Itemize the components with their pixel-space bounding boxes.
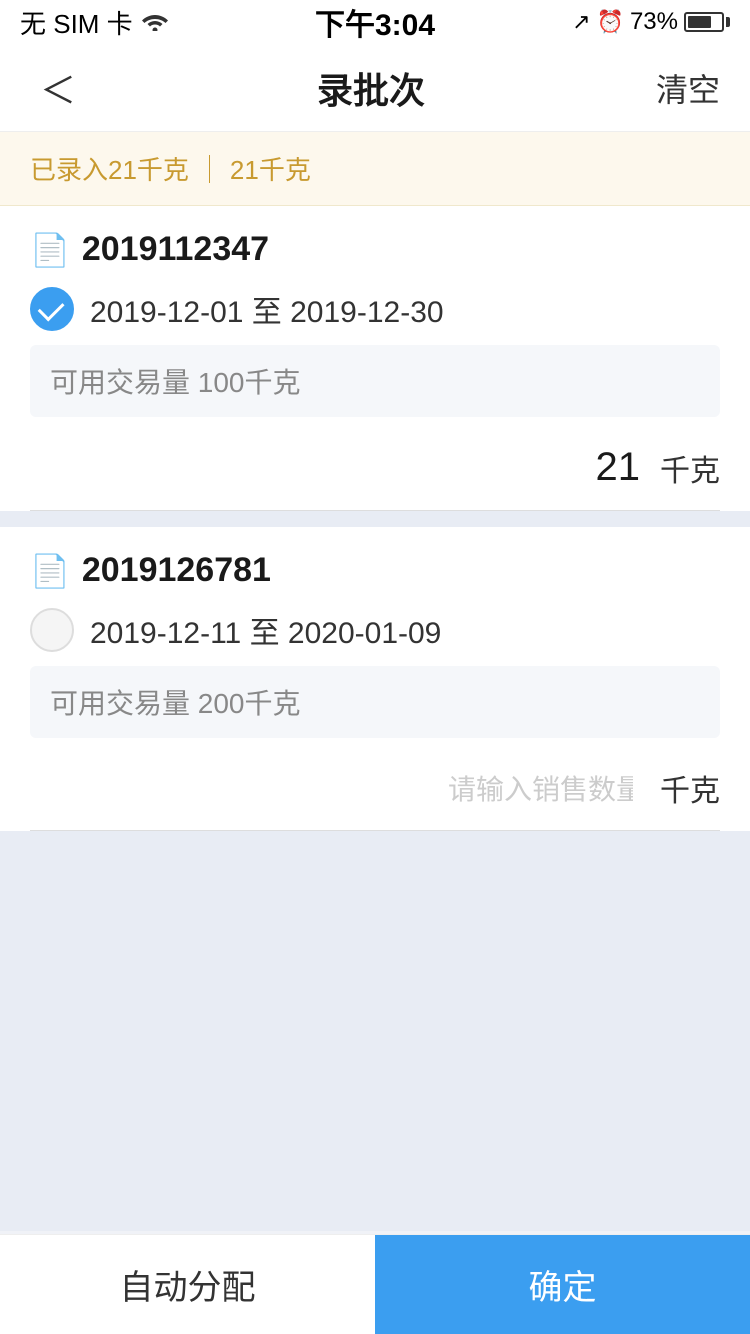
confirm-button[interactable]: 确定 <box>375 1235 750 1334</box>
alarm-icon: ⏰ <box>597 9 624 35</box>
empty-area <box>0 831 750 1231</box>
batch-value-number-0: 21 <box>596 445 641 490</box>
batch-id-0: 2019112347 <box>82 230 269 269</box>
battery-percent: 73% <box>630 8 678 36</box>
status-bar: 无 SIM 卡 下午3:04 ↗ ⏰ 73% <box>0 0 750 44</box>
batch-doc-icon-0: 📄 <box>30 231 70 269</box>
info-banner: 已录入21千克 21千克 <box>0 132 750 206</box>
info-value: 21千克 <box>230 150 311 187</box>
batch-date-row-0: 2019-12-01 至 2019-12-30 <box>0 279 750 345</box>
wifi-icon <box>141 7 169 38</box>
batch-quantity-input-1[interactable] <box>448 769 648 808</box>
info-recorded-label: 已录入21千克 <box>30 150 189 187</box>
batch-unit-1: 千克 <box>660 766 720 810</box>
bottom-bar: 自动分配 确定 <box>0 1234 750 1334</box>
info-divider <box>209 155 210 183</box>
batch-date-row-1: 2019-12-11 至 2020-01-09 <box>0 600 750 666</box>
batch-card-1: 📄 2019126781 2019-12-11 至 2020-01-09 可用交… <box>0 527 750 831</box>
batch-radio-0[interactable] <box>30 287 74 331</box>
batch-header-1: 📄 2019126781 <box>0 527 750 600</box>
carrier-label: 无 SIM 卡 <box>20 4 133 41</box>
location-icon: ↗ <box>572 9 590 35</box>
batch-id-1: 2019126781 <box>82 551 271 590</box>
batch-radio-1[interactable] <box>30 608 74 652</box>
content: 📄 2019112347 2019-12-01 至 2019-12-30 可用交… <box>0 206 750 1331</box>
batch-available-1: 可用交易量 200千克 <box>30 666 720 738</box>
status-left: 无 SIM 卡 <box>20 4 169 41</box>
nav-bar: ＜ 录批次 清空 <box>0 44 750 132</box>
back-button[interactable]: ＜ <box>30 52 86 124</box>
batch-value-unit-0: 千克 <box>660 446 720 490</box>
page-title: 录批次 <box>317 62 425 114</box>
batch-date-1: 2019-12-11 至 2020-01-09 <box>90 608 441 652</box>
auto-distribute-button[interactable]: 自动分配 <box>0 1235 375 1334</box>
batch-header-0: 📄 2019112347 <box>0 206 750 279</box>
batch-doc-icon-1: 📄 <box>30 552 70 590</box>
status-right: ↗ ⏰ 73% <box>572 8 730 36</box>
batch-card-0: 📄 2019112347 2019-12-01 至 2019-12-30 可用交… <box>0 206 750 511</box>
batch-date-0: 2019-12-01 至 2019-12-30 <box>90 287 444 331</box>
batch-input-row-1: 千克 <box>0 754 750 830</box>
clear-button[interactable]: 清空 <box>656 65 720 111</box>
batch-available-0: 可用交易量 100千克 <box>30 345 720 417</box>
batch-value-display-0: 21 千克 <box>0 433 750 510</box>
section-divider <box>0 511 750 527</box>
time-label: 下午3:04 <box>315 0 435 44</box>
battery-icon <box>684 12 730 32</box>
